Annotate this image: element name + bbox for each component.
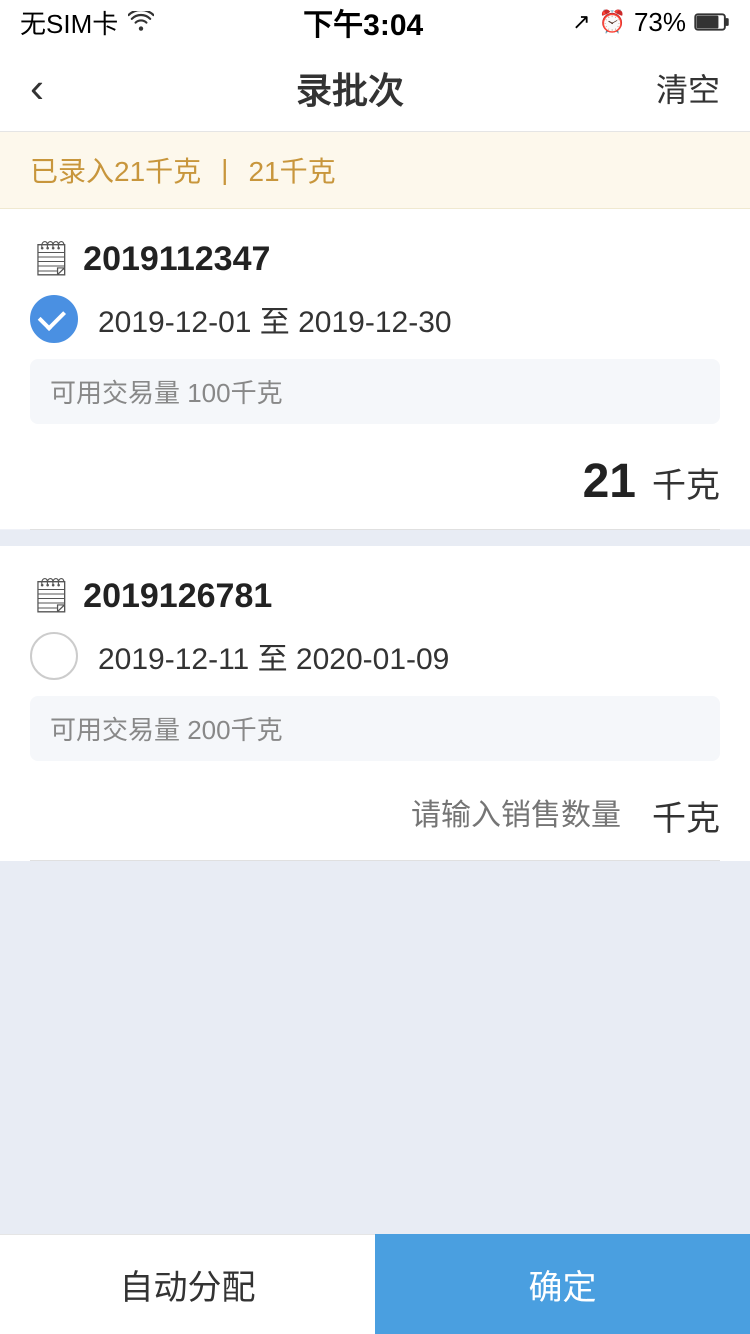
status-bar: 无SIM卡 下午3:04 ↗ ⏰ 73% — [0, 0, 750, 44]
status-bar-right: ↗ ⏰ 73% — [572, 7, 730, 38]
radio-2[interactable] — [30, 632, 78, 680]
alarm-icon: ⏰ — [599, 9, 626, 35]
batch-amount-unit-1: 千克 — [652, 458, 720, 507]
radio-1[interactable] — [30, 295, 78, 343]
info-banner: 已录入21千克 | 21千克 — [0, 132, 750, 209]
clear-button[interactable]: 清空 — [656, 65, 720, 111]
empty-area — [0, 861, 750, 1281]
batch-row-2[interactable]: 2019-12-11 至 2020-01-09 — [30, 632, 720, 680]
batch-row-1[interactable]: 2019-12-01 至 2019-12-30 — [30, 295, 720, 343]
batch-id-2: 2019126781 — [83, 577, 272, 616]
status-bar-left: 无SIM卡 — [20, 4, 154, 41]
batch-input-unit-2: 千克 — [652, 791, 720, 840]
status-bar-time: 下午3:04 — [303, 0, 423, 44]
batch-header-2: 🗒 2019126781 — [30, 576, 720, 616]
recorded-label: 已录入21千克 — [30, 150, 201, 190]
battery-percent: 73% — [634, 7, 686, 38]
batch-card-1: 🗒 2019112347 2019-12-01 至 2019-12-30 可用交… — [0, 209, 750, 529]
location-icon: ↗ — [572, 9, 590, 35]
sim-text: 无SIM卡 — [20, 4, 118, 41]
wifi-icon — [128, 7, 154, 38]
batch-date-2: 2019-12-11 至 2020-01-09 — [98, 634, 449, 678]
batch-input-row-2: 千克 — [30, 781, 720, 861]
section-divider — [0, 530, 750, 546]
nav-bar: ‹ 录批次 清空 — [0, 44, 750, 132]
batch-avail-1: 可用交易量 100千克 — [30, 359, 720, 424]
batch-header-1: 🗒 2019112347 — [30, 239, 720, 279]
page-title: 录批次 — [296, 62, 404, 114]
auto-distribute-button[interactable]: 自动分配 — [0, 1234, 375, 1334]
batch-doc-icon-1: 🗒 — [30, 239, 73, 279]
batch-amount-value-1: 21 — [583, 454, 636, 509]
info-divider: | — [221, 154, 228, 186]
recorded-value: 21千克 — [248, 150, 335, 190]
bottom-buttons: 自动分配 确定 — [0, 1234, 750, 1334]
battery-icon — [694, 12, 730, 32]
batch-doc-icon-2: 🗒 — [30, 576, 73, 616]
quantity-input-2[interactable] — [316, 799, 636, 833]
confirm-button[interactable]: 确定 — [375, 1234, 750, 1334]
batch-amount-row-1: 21 千克 — [30, 444, 720, 529]
batch-card-2: 🗒 2019126781 2019-12-11 至 2020-01-09 可用交… — [0, 546, 750, 861]
batch-id-1: 2019112347 — [83, 240, 270, 279]
back-button[interactable]: ‹ — [30, 67, 44, 109]
batch-date-1: 2019-12-01 至 2019-12-30 — [98, 297, 452, 341]
batch-avail-2: 可用交易量 200千克 — [30, 696, 720, 761]
